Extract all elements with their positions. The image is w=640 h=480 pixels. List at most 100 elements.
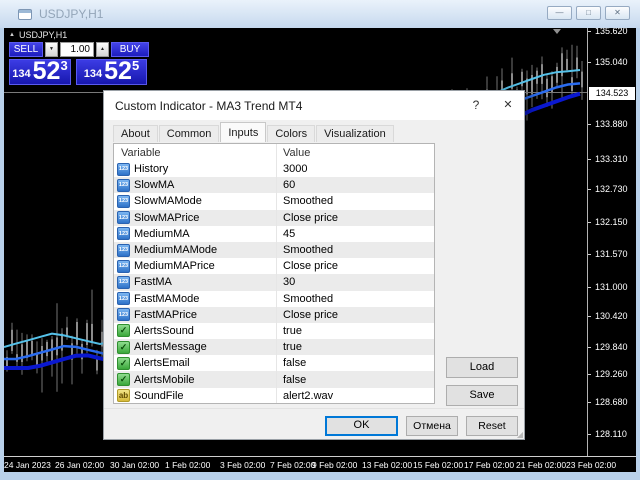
param-row[interactable]: 123 FastMAMode Smoothed [114,290,434,307]
price-label: 133.310 [595,154,628,164]
bool-param-icon: ✓ [117,324,130,338]
int-param-icon: 123 [117,275,130,289]
price-label: 132.730 [595,184,628,194]
cancel-button[interactable]: Отмена [406,416,458,436]
reset-button[interactable]: Reset [466,416,518,436]
param-name: SlowMAPrice [134,211,200,224]
price-axis[interactable]: 135.620 135.040 134.523 133.880 133.310 132.7… [587,28,636,456]
param-row[interactable]: 123 MediumMAMode Smoothed [114,241,434,259]
param-table: Variable Value 123 History 3000 123 SlowMA 60… [113,143,435,404]
time-label: 13 Feb 02:00 [362,460,413,470]
volume-input[interactable] [60,42,94,57]
param-name: SoundFile [134,389,184,402]
sell-button[interactable]: SELL [9,42,43,57]
param-name: FastMA [134,276,172,289]
param-table-body: 123 History 3000 123 SlowMA 60 123 SlowMAMode Sm… [114,161,434,403]
tab-about[interactable]: About [113,125,158,142]
price-tick [588,374,591,375]
price-label: 131.000 [595,282,628,292]
param-name: MediumMAPrice [134,260,215,273]
param-value: Close price [276,258,434,275]
param-row[interactable]: ✓ AlertsMessage true [114,339,434,356]
buy-price-prefix: 134 [83,68,103,80]
param-value: true [276,322,434,340]
volume-increase-button[interactable]: ▲ [96,42,109,57]
time-label: 9 Feb 02:00 [312,460,358,470]
chart-symbol-header[interactable]: ▲ USDJPY,H1 [9,30,67,40]
column-header-variable: Variable [121,146,161,159]
param-row[interactable]: 123 SlowMA 60 [114,177,434,194]
param-name: SlowMAMode [134,195,202,208]
param-row[interactable]: 123 FastMAPrice Close price [114,306,434,323]
price-tick [588,124,591,125]
time-label: 23 Feb 02:00 [566,460,617,470]
param-row[interactable]: ✓ AlertsMobile false [114,371,434,388]
param-value: Close price [276,306,434,323]
param-row[interactable]: ab SoundFile alert2.wav [114,387,434,403]
param-value: 45 [276,225,434,242]
param-row[interactable]: 123 MediumMAPrice Close price [114,258,434,275]
save-button[interactable]: Save [446,385,518,406]
button-divider [104,408,524,409]
string-param-icon: ab [117,389,130,403]
int-param-icon: 123 [117,227,130,241]
param-value: alert2.wav [276,387,434,403]
restore-button[interactable]: □ [576,6,601,20]
tab-strip: About Common Inputs Colors Visualization [113,122,395,142]
param-name: FastMAMode [134,292,200,305]
buy-price-pip: 5 [131,58,140,73]
int-param-icon: 123 [117,243,130,257]
window-title: USDJPY,H1 [39,7,104,21]
param-value: 60 [276,177,434,194]
price-label: 132.150 [595,217,628,227]
volume-decrease-button[interactable]: ▼ [45,42,58,57]
price-tick [588,62,591,63]
close-dialog-button[interactable]: ✕ [494,91,522,120]
param-name: AlertsMessage [134,341,207,354]
param-row[interactable]: 123 MediumMA 45 [114,225,434,242]
price-label: 130.420 [595,311,628,321]
param-table-header: Variable Value [114,144,434,161]
sell-price-button[interactable]: 134 52 3 [9,58,71,85]
dialog-title: Custom Indicator - MA3 Trend MT4 [115,99,303,113]
param-row[interactable]: 123 SlowMAMode Smoothed [114,193,434,210]
param-row[interactable]: 123 FastMA 30 [114,274,434,291]
minimize-button[interactable]: — [547,6,572,20]
buy-price-button[interactable]: 134 52 5 [76,57,147,85]
load-button[interactable]: Load [446,357,518,378]
ok-button[interactable]: OK [325,416,398,436]
time-label: 24 Jan 2023 [4,460,51,470]
tab-visualization[interactable]: Visualization [316,125,394,142]
close-window-button[interactable]: ✕ [605,6,630,20]
param-row[interactable]: 123 History 3000 [114,161,434,178]
int-param-icon: 123 [117,308,130,322]
price-label: 129.840 [595,342,628,352]
param-name: AlertsSound [134,324,194,337]
param-row[interactable]: ✓ AlertsEmail false [114,355,434,372]
resize-grip[interactable]: ◢ [517,431,523,439]
tab-common[interactable]: Common [158,125,220,142]
param-value: Smoothed [276,290,434,307]
price-tick [588,402,591,403]
param-name: FastMAPrice [134,308,197,321]
time-axis[interactable]: 24 Jan 2023 26 Jan 02:00 30 Jan 02:00 1 Feb… [4,456,636,472]
price-label: 129.260 [595,369,628,379]
param-row[interactable]: 123 SlowMAPrice Close price [114,209,434,226]
param-name: MediumMAMode [134,244,218,257]
price-tick [588,159,591,160]
mt4-window: { "window": { "title": "USDJPY,H1", "con… [0,0,640,480]
price-label: 135.620 [595,28,628,36]
buy-price-main: 52 [104,57,132,85]
param-row[interactable]: ✓ AlertsSound true [114,322,434,340]
chevron-up-icon: ▲ [100,46,105,52]
tab-inputs[interactable]: Inputs [220,122,267,142]
time-label: 7 Feb 02:00 [270,460,316,470]
int-param-icon: 123 [117,211,130,225]
bool-param-icon: ✓ [117,373,130,387]
buy-button[interactable]: BUY [111,42,149,57]
price-tick [588,222,591,223]
help-button[interactable]: ? [462,91,490,120]
sell-price-prefix: 134 [12,68,31,80]
tab-colors[interactable]: Colors [267,125,316,142]
param-value: false [276,355,434,372]
